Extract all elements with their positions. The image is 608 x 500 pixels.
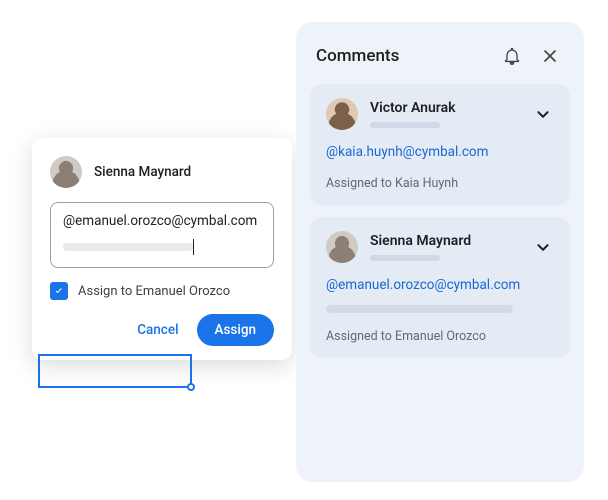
notifications-button[interactable] <box>498 42 526 70</box>
comments-panel-title: Comments <box>316 46 488 66</box>
avatar <box>326 98 358 130</box>
avatar <box>50 156 82 188</box>
expand-button[interactable] <box>532 236 554 258</box>
text-placeholder-bar <box>63 243 193 251</box>
comment-card[interactable]: Sienna Maynard @emanuel.orozco@cymbal.co… <box>310 217 570 358</box>
avatar <box>326 231 358 263</box>
assign-button[interactable]: Assign <box>197 314 274 346</box>
assign-row: Assign to Emanuel Orozco <box>50 282 274 300</box>
compose-comment-card: Sienna Maynard @emanuel.orozco@cymbal.co… <box>32 138 292 360</box>
timestamp-placeholder <box>370 255 440 261</box>
cancel-button[interactable]: Cancel <box>127 314 188 346</box>
comment-assigned-to: Assigned to Emanuel Orozco <box>326 329 554 344</box>
chevron-down-icon <box>532 236 554 258</box>
comment-head: Victor Anurak <box>326 98 554 130</box>
comment-author-name: Sienna Maynard <box>370 233 520 249</box>
comment-input-mention: @emanuel.orozco@cymbal.com <box>63 213 261 229</box>
text-caret <box>193 239 194 255</box>
comments-panel: Comments Victor Anurak @kaia.huynh@cymba… <box>296 22 584 482</box>
comment-author-name: Victor Anurak <box>370 100 520 116</box>
resize-handle-br[interactable] <box>187 383 195 391</box>
selection-frame[interactable] <box>38 354 192 388</box>
comment-mention[interactable]: @emanuel.orozco@cymbal.com <box>326 277 554 293</box>
close-button[interactable] <box>536 42 564 70</box>
assign-checkbox[interactable] <box>50 282 68 300</box>
close-icon <box>540 46 560 66</box>
comment-input[interactable]: @emanuel.orozco@cymbal.com <box>50 202 274 268</box>
comment-head: Sienna Maynard <box>326 231 554 263</box>
timestamp-placeholder <box>370 122 440 128</box>
comment-mention[interactable]: @kaia.huynh@cymbal.com <box>326 144 554 160</box>
compose-author-name: Sienna Maynard <box>94 164 191 180</box>
comment-card[interactable]: Victor Anurak @kaia.huynh@cymbal.com Ass… <box>310 84 570 205</box>
bell-icon <box>502 46 522 66</box>
comment-meta: Sienna Maynard <box>370 233 520 261</box>
body-placeholder-bar <box>326 305 513 313</box>
assign-label: Assign to Emanuel Orozco <box>78 284 230 299</box>
comments-panel-header: Comments <box>310 38 570 84</box>
check-icon <box>53 285 65 297</box>
comment-meta: Victor Anurak <box>370 100 520 128</box>
expand-button[interactable] <box>532 103 554 125</box>
compose-header: Sienna Maynard <box>50 156 274 188</box>
comment-assigned-to: Assigned to Kaia Huynh <box>326 176 554 191</box>
chevron-down-icon <box>532 103 554 125</box>
compose-actions: Cancel Assign <box>50 314 274 346</box>
